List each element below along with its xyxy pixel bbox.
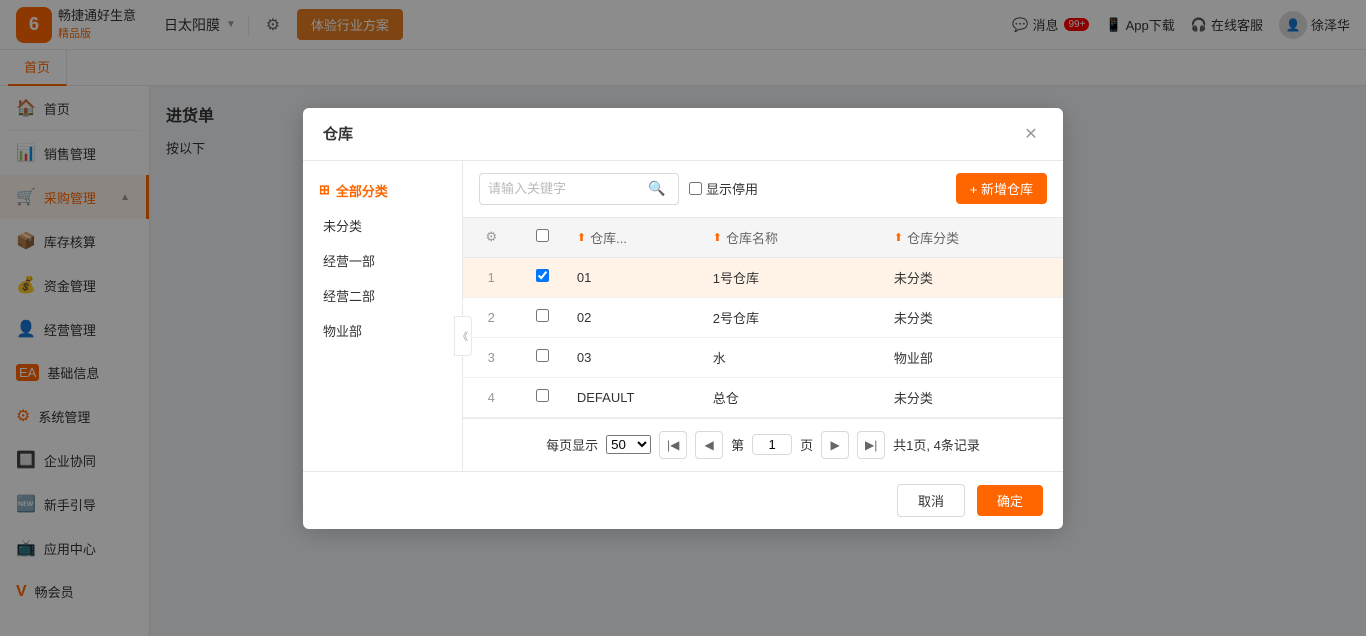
- page-input[interactable]: [752, 434, 792, 455]
- total-info: 共1页, 4条记录: [893, 435, 980, 454]
- row-code: 02: [565, 297, 701, 337]
- row-check[interactable]: [520, 337, 565, 377]
- table-row[interactable]: 4 DEFAULT 总仓 未分类: [463, 377, 1063, 417]
- modal-sidebar: ⊞ 全部分类 未分类 经营一部 经营二部 物业部 《: [303, 161, 463, 471]
- page-last-btn[interactable]: ▶|: [857, 431, 885, 459]
- warehouse-search-input[interactable]: [488, 181, 648, 196]
- modal-toolbar: 🔍 显示停用 + 新增仓库: [463, 161, 1063, 218]
- show-disabled-input[interactable]: [689, 182, 702, 195]
- modal-sidebar-header[interactable]: ⊞ 全部分类: [303, 173, 462, 208]
- row-code: DEFAULT: [565, 377, 701, 417]
- row-check[interactable]: [520, 377, 565, 417]
- modal-pagination: 每页显示 50 100 200 |◀ ◀ 第 页 ▶ ▶| 共1页, 4条记录: [463, 418, 1063, 471]
- row-name: 2号仓库: [701, 297, 882, 337]
- row-name: 水: [701, 337, 882, 377]
- modal-sidebar-item-operations2[interactable]: 经营二部: [303, 278, 462, 313]
- modal-close-btn[interactable]: ✕: [1019, 122, 1043, 146]
- th-gear: ⚙: [463, 218, 520, 258]
- modal-footer: 取消 确定: [303, 471, 1063, 529]
- modal-main: 🔍 显示停用 + 新增仓库 ⚙: [463, 161, 1063, 471]
- warehouse-search-box: 🔍: [479, 173, 679, 205]
- row-check[interactable]: [520, 297, 565, 337]
- page-first-btn[interactable]: |◀: [659, 431, 687, 459]
- row-index: 1: [463, 257, 520, 297]
- row-name: 总仓: [701, 377, 882, 417]
- modal-sidebar-collapse-btn[interactable]: 《: [454, 316, 472, 356]
- row-check[interactable]: [520, 257, 565, 297]
- row-category: 未分类: [882, 297, 1063, 337]
- table-row[interactable]: 2 02 2号仓库 未分类: [463, 297, 1063, 337]
- table-row[interactable]: 1 01 1号仓库 未分类: [463, 257, 1063, 297]
- select-all-checkbox[interactable]: [536, 229, 549, 242]
- sort-icon: ⬆: [577, 231, 586, 244]
- search-icon: 🔍: [648, 180, 665, 197]
- modal-overlay: 仓库 ✕ ⊞ 全部分类 未分类 经营一部 经营二部: [0, 0, 1366, 636]
- all-categories-label: 全部分类: [336, 181, 388, 200]
- page-next-btn[interactable]: ▶: [821, 431, 849, 459]
- table-row[interactable]: 3 03 水 物业部: [463, 337, 1063, 377]
- row-code: 03: [565, 337, 701, 377]
- modal-sidebar-item-uncategorized[interactable]: 未分类: [303, 208, 462, 243]
- cancel-btn[interactable]: 取消: [897, 484, 965, 517]
- warehouse-table: ⚙ ⬆ 仓库...: [463, 218, 1063, 418]
- show-disabled-checkbox[interactable]: 显示停用: [689, 179, 758, 198]
- per-page-label: 每页显示: [546, 435, 598, 454]
- row-category: 物业部: [882, 337, 1063, 377]
- add-warehouse-btn[interactable]: + 新增仓库: [956, 173, 1047, 204]
- modal-sidebar-item-operations1[interactable]: 经营一部: [303, 243, 462, 278]
- row-name: 1号仓库: [701, 257, 882, 297]
- page-prev-btn[interactable]: ◀: [695, 431, 723, 459]
- modal-body: ⊞ 全部分类 未分类 经营一部 经营二部 物业部 《: [303, 161, 1063, 471]
- row-code: 01: [565, 257, 701, 297]
- row-category: 未分类: [882, 257, 1063, 297]
- warehouse-modal: 仓库 ✕ ⊞ 全部分类 未分类 经营一部 经营二部: [303, 108, 1063, 529]
- th-category[interactable]: ⬆ 仓库分类: [882, 218, 1063, 258]
- sort-name-icon: ⬆: [713, 231, 722, 244]
- th-code[interactable]: ⬆ 仓库...: [565, 218, 701, 258]
- sort-category-icon: ⬆: [894, 231, 903, 244]
- modal-sidebar-item-property[interactable]: 物业部: [303, 313, 462, 348]
- per-page-select[interactable]: 50 100 200: [606, 435, 651, 454]
- row-index: 4: [463, 377, 520, 417]
- grid-icon: ⊞: [319, 182, 330, 198]
- modal-header: 仓库 ✕: [303, 108, 1063, 161]
- page-label: 第: [731, 435, 744, 454]
- th-check: [520, 218, 565, 258]
- page-unit: 页: [800, 435, 813, 454]
- row-category: 未分类: [882, 377, 1063, 417]
- th-name[interactable]: ⬆ 仓库名称: [701, 218, 882, 258]
- modal-title: 仓库: [323, 123, 353, 144]
- confirm-btn[interactable]: 确定: [977, 485, 1043, 516]
